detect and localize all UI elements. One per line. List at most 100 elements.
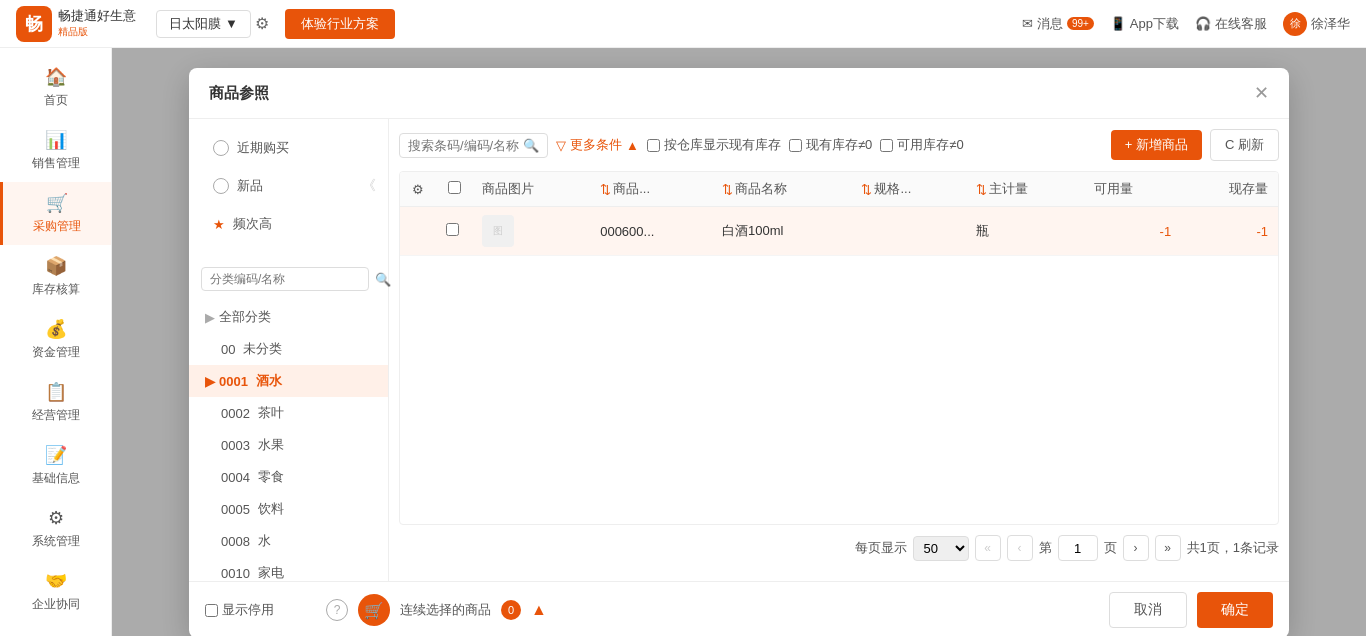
app-download-btn[interactable]: 📱 App下载 bbox=[1110, 15, 1179, 33]
sidebar-item-sales[interactable]: 📊 销售管理 bbox=[0, 119, 111, 182]
category-search: 🔍 bbox=[189, 261, 388, 297]
refresh-btn[interactable]: C 刷新 bbox=[1210, 129, 1279, 161]
category-item-0002[interactable]: 0002 茶叶 bbox=[189, 397, 388, 429]
finance-icon: 💰 bbox=[45, 318, 67, 340]
recent-purchase-item[interactable]: 近期购买 bbox=[197, 131, 305, 165]
category-item-0001[interactable]: ▶ 0001 酒水 bbox=[189, 365, 388, 397]
sidebar: 🏠 首页 📊 销售管理 🛒 采购管理 📦 库存核算 💰 资金管理 📋 经营管理 … bbox=[0, 48, 112, 636]
frequent-item[interactable]: ★ 频次高 bbox=[197, 207, 305, 241]
experience-btn[interactable]: 体验行业方案 bbox=[285, 9, 395, 39]
online-service-btn[interactable]: 🎧 在线客服 bbox=[1195, 15, 1267, 33]
th-code[interactable]: ⇅ 商品... bbox=[590, 172, 712, 207]
filter-btn[interactable]: ▽ 更多条件 ▲ bbox=[556, 136, 639, 154]
add-product-btn[interactable]: + 新增商品 bbox=[1111, 130, 1202, 160]
row-checkbox[interactable] bbox=[446, 223, 459, 236]
sidebar-label-sales: 销售管理 bbox=[32, 155, 80, 172]
th-gear: ⚙ bbox=[400, 172, 436, 207]
category-item-0010[interactable]: 0010 家电 bbox=[189, 557, 388, 581]
category-item-00[interactable]: 00 未分类 bbox=[189, 333, 388, 365]
category-item-0005[interactable]: 0005 饮料 bbox=[189, 493, 388, 525]
sidebar-item-operation[interactable]: 📋 经营管理 bbox=[0, 371, 111, 434]
next-page-btn[interactable]: › bbox=[1123, 535, 1149, 561]
cancel-button[interactable]: 取消 bbox=[1109, 592, 1187, 628]
display-disabled-checkbox-group[interactable]: 显示停用 bbox=[205, 601, 274, 619]
basic-icon: 📝 bbox=[45, 444, 67, 466]
sidebar-item-enterprise[interactable]: 🤝 企业协同 bbox=[0, 560, 111, 623]
last-page-btn[interactable]: » bbox=[1155, 535, 1181, 561]
sidebar-label-purchase: 采购管理 bbox=[33, 218, 81, 235]
collapse-footer-icon[interactable]: ▲ bbox=[531, 601, 547, 619]
category-section: ▶ 全部分类 00 未分类 ▶ 0001 酒水 bbox=[189, 297, 388, 581]
select-all-checkbox[interactable] bbox=[448, 181, 461, 194]
page-number-input[interactable] bbox=[1058, 535, 1098, 561]
navbar-right: ✉ 消息 99+ 📱 App下载 🎧 在线客服 徐 徐泽华 bbox=[1022, 12, 1350, 36]
system-icon: ⚙ bbox=[48, 507, 64, 529]
th-name[interactable]: ⇅ 商品名称 bbox=[712, 172, 852, 207]
prev-page-btn[interactable]: ‹ bbox=[1007, 535, 1033, 561]
purchase-icon: 🛒 bbox=[46, 192, 68, 214]
category-search-input[interactable] bbox=[201, 267, 369, 291]
category-item-0003[interactable]: 0003 水果 bbox=[189, 429, 388, 461]
filter-icon: ▽ bbox=[556, 138, 566, 153]
sidebar-item-guide[interactable]: 📖 新手引导 bbox=[0, 623, 111, 636]
cell-gear bbox=[400, 207, 436, 256]
new-icon bbox=[213, 178, 229, 194]
sidebar-label-home: 首页 bbox=[44, 92, 68, 109]
available-checkbox[interactable] bbox=[789, 139, 802, 152]
store-selector[interactable]: 日太阳膜 ▼ bbox=[156, 10, 251, 38]
warehouse-checkbox-group[interactable]: 按仓库显示现有库存 bbox=[647, 136, 781, 154]
footer-left: 显示停用 bbox=[205, 601, 274, 619]
table-header-row: ⚙ 商品图片 ⇅ bbox=[400, 172, 1278, 207]
active-triangle-icon: ▶ bbox=[205, 374, 215, 389]
sidebar-label-operation: 经营管理 bbox=[32, 407, 80, 424]
star-icon: ★ bbox=[213, 217, 225, 232]
gear-header-icon[interactable]: ⚙ bbox=[412, 182, 424, 197]
cell-stock: -1 bbox=[1181, 207, 1278, 256]
sidebar-label-inventory: 库存核算 bbox=[32, 281, 80, 298]
sidebar-item-basic[interactable]: 📝 基础信息 bbox=[0, 434, 111, 497]
navbar: 畅 畅捷通好生意 精品版 日太阳膜 ▼ ⚙ 体验行业方案 ✉ 消息 99+ 📱 … bbox=[0, 0, 1366, 48]
category-item-0004[interactable]: 0004 零食 bbox=[189, 461, 388, 493]
settings-icon[interactable]: ⚙ bbox=[251, 10, 273, 37]
logo-icon: 畅 bbox=[16, 6, 52, 42]
warehouse-checkbox[interactable] bbox=[647, 139, 660, 152]
sort-icon: ⇅ bbox=[600, 182, 611, 197]
user-menu[interactable]: 徐 徐泽华 bbox=[1283, 12, 1350, 36]
collapse-panel-button[interactable]: 《 bbox=[358, 173, 380, 199]
cell-spec bbox=[851, 207, 966, 256]
all-category-item[interactable]: ▶ 全部分类 bbox=[189, 301, 388, 333]
pagination: 每页显示 50 10 20 100 « ‹ 第 页 › » bbox=[399, 525, 1279, 571]
operation-icon: 📋 bbox=[45, 381, 67, 403]
product-search-input[interactable] bbox=[408, 138, 519, 153]
category-item-0008[interactable]: 0008 水 bbox=[189, 525, 388, 557]
table-row[interactable]: 图 000600... 白酒100ml 瓶 -1 -1 bbox=[400, 207, 1278, 256]
sidebar-item-system[interactable]: ⚙ 系统管理 bbox=[0, 497, 111, 560]
enterprise-icon: 🤝 bbox=[45, 570, 67, 592]
new-product-item[interactable]: 新品 bbox=[197, 169, 305, 203]
sidebar-item-finance[interactable]: 💰 资金管理 bbox=[0, 308, 111, 371]
sort-unit-icon: ⇅ bbox=[976, 182, 987, 197]
modal-close-button[interactable]: ✕ bbox=[1254, 82, 1269, 104]
help-icon[interactable]: ? bbox=[326, 599, 348, 621]
th-image: 商品图片 bbox=[472, 172, 590, 207]
usable-checkbox[interactable] bbox=[880, 139, 893, 152]
cell-code: 000600... bbox=[590, 207, 712, 256]
usable-checkbox-group[interactable]: 可用库存≠0 bbox=[880, 136, 963, 154]
page-size-select[interactable]: 50 10 20 100 bbox=[913, 536, 969, 561]
sidebar-item-home[interactable]: 🏠 首页 bbox=[0, 56, 111, 119]
th-unit[interactable]: ⇅ 主计量 bbox=[966, 172, 1084, 207]
sidebar-item-purchase[interactable]: 🛒 采购管理 bbox=[0, 182, 111, 245]
available-checkbox-group[interactable]: 现有库存≠0 bbox=[789, 136, 872, 154]
message-btn[interactable]: ✉ 消息 99+ bbox=[1022, 15, 1094, 33]
right-panel: 🔍 ▽ 更多条件 ▲ 按仓库显示现有库存 bbox=[389, 119, 1289, 581]
product-search-box: 🔍 bbox=[399, 133, 548, 158]
logo: 畅 畅捷通好生意 精品版 bbox=[16, 6, 136, 42]
confirm-button[interactable]: 确定 bbox=[1197, 592, 1273, 628]
th-spec[interactable]: ⇅ 规格... bbox=[851, 172, 966, 207]
cart-icon[interactable]: 🛒 bbox=[358, 594, 390, 626]
display-disabled-checkbox[interactable] bbox=[205, 604, 218, 617]
first-page-btn[interactable]: « bbox=[975, 535, 1001, 561]
main-layout: 🏠 首页 📊 销售管理 🛒 采购管理 📦 库存核算 💰 资金管理 📋 经营管理 … bbox=[0, 48, 1366, 636]
sidebar-item-inventory[interactable]: 📦 库存核算 bbox=[0, 245, 111, 308]
modal-title: 商品参照 bbox=[209, 84, 269, 103]
